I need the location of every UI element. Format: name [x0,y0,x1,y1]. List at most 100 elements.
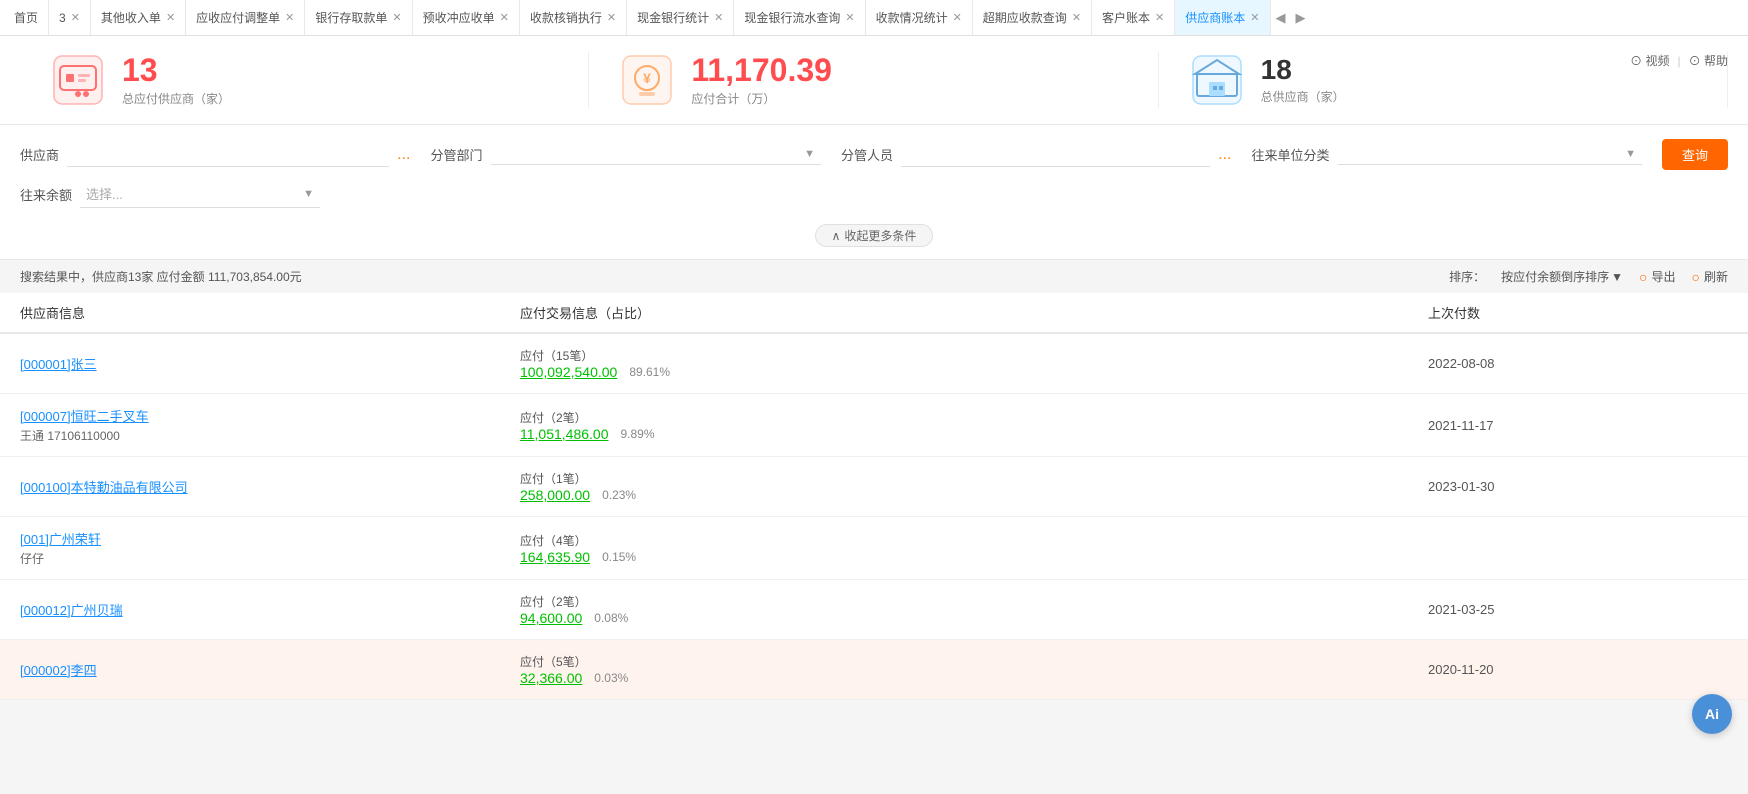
table-row: [000100]本特勤油品有限公司 应付（1笔） 258,000.00 0.23… [0,457,1748,517]
result-actions: 排序： 按应付余额倒序排序 ▼ ○ 导出 ○ 刷新 [1449,268,1728,285]
lastpay-cell-2: 2023-01-30 [1428,479,1728,494]
collapse-button[interactable]: ∧ 收起更多条件 [815,224,934,247]
export-button[interactable]: ○ 导出 [1639,268,1675,285]
nav-tab-supplier-ledger[interactable]: 供应商账本 ✕ [1175,0,1270,36]
sort-label: 排序： [1449,268,1485,285]
supplier-link-3[interactable]: [001]广州荣轩 [20,529,520,548]
collapse-label: 收起更多条件 [844,227,916,244]
supplier-link-4[interactable]: [000012]广州贝瑞 [20,600,520,619]
person-dots[interactable]: ... [1218,146,1231,164]
link-separator: | [1678,54,1681,68]
close-collection[interactable]: ✕ [607,11,616,24]
nav-tab-advance[interactable]: 预收冲应收单 ✕ [413,0,520,36]
col-header-lastpay: 上次付数 [1428,303,1728,322]
balance-select[interactable]: 选择... ▼ [80,180,320,208]
unit-label: 往来单位分类 [1252,145,1330,164]
department-select[interactable]: ▼ [491,144,821,165]
supplier-sub-1: 王通 17106110000 [20,427,520,444]
lastpay-cell-0: 2022-08-08 [1428,356,1728,371]
stat-number-1: 13 [122,53,230,88]
nav-tab-other-income[interactable]: 其他收入单 ✕ [91,0,186,36]
supplier-cell-2: [000100]本特勤油品有限公司 [20,477,520,496]
col-header-supplier: 供应商信息 [20,303,520,322]
tx-amount-1[interactable]: 11,051,486.00 [520,426,609,442]
supplier-dots[interactable]: ... [397,146,410,164]
nav-tab-3[interactable]: 3 ✕ [49,0,91,36]
nav-tab-bank-deposit[interactable]: 银行存取款单 ✕ [305,0,412,36]
refresh-button[interactable]: ○ 刷新 [1692,268,1728,285]
tx-amount-3[interactable]: 164,635.90 [520,549,590,565]
tx-label-0: 应付（15笔） [520,347,1428,364]
supplier-cell-3: [001]广州荣轩 仔仔 [20,529,520,567]
data-table: 供应商信息 应付交易信息（占比） 上次付数 [000001]张三 应付（15笔）… [0,293,1748,700]
last-pay-5: 2020-11-20 [1428,662,1494,677]
close-advance[interactable]: ✕ [500,11,509,24]
close-customer-ledger[interactable]: ✕ [1155,11,1164,24]
payable-icon: ¥ [619,52,675,108]
nav-tab-collection-stat[interactable]: 收款情况统计 ✕ [866,0,973,36]
svg-text:¥: ¥ [643,70,651,86]
supplier-link-5[interactable]: [000002]李四 [20,660,520,679]
stat-content-1: 13 总应付供应商（家） [122,53,230,107]
nav-tab-collection[interactable]: 收款核销执行 ✕ [520,0,627,36]
supplier-link-1[interactable]: [000007]恒旺二手叉车 [20,406,520,425]
tx-pct-5: 0.03% [594,671,628,685]
tx-label-2: 应付（1笔） [520,470,1428,487]
tx-label-4: 应付（2笔） [520,593,1428,610]
close-overdue[interactable]: ✕ [1072,11,1081,24]
video-link[interactable]: ⊙ 视频 [1630,52,1669,69]
stats-header: 13 总应付供应商（家） ¥ 11,170.39 应付合计（万） [0,36,1748,125]
balance-arrow: ▼ [303,188,314,200]
supplier-link-2[interactable]: [000100]本特勤油品有限公司 [20,477,520,496]
last-pay-4: 2021-03-25 [1428,602,1495,617]
nav-tab-cash-stat[interactable]: 现金银行统计 ✕ [627,0,734,36]
transaction-cell-2: 应付（1笔） 258,000.00 0.23% [520,470,1428,503]
nav-tab-adjustment[interactable]: 应收应付调整单 ✕ [186,0,305,36]
nav-arrow-left[interactable]: ◀ [1271,0,1291,36]
nav-tab-overdue[interactable]: 超期应收款查询 ✕ [973,0,1092,36]
supplier-cell-5: [000002]李四 [20,660,520,679]
stat-block-payable: ¥ 11,170.39 应付合计（万） [589,52,1158,108]
close-supplier-ledger[interactable]: ✕ [1250,11,1259,24]
supplier-cell-4: [000012]广州贝瑞 [20,600,520,619]
search-field-person: 分管人员 ... [841,143,1232,167]
supplier-cell-1: [000007]恒旺二手叉车 王通 17106110000 [20,406,520,444]
ai-button[interactable]: Ai [1692,694,1732,734]
stat-label-3: 总供应商（家） [1261,88,1345,105]
close-cash-flow[interactable]: ✕ [845,11,854,24]
top-nav: 首页 3 ✕ 其他收入单 ✕ 应收应付调整单 ✕ 银行存取款单 ✕ 预收冲应收单… [0,0,1748,36]
collapse-bar: ∧ 收起更多条件 [20,218,1728,251]
tx-label-3: 应付（4笔） [520,532,1428,549]
sort-select[interactable]: 按应付余额倒序排序 ▼ [1501,268,1623,285]
query-button[interactable]: 查询 [1662,139,1728,170]
stat-number-2: 11,170.39 [691,53,832,88]
close-collection-stat[interactable]: ✕ [953,11,962,24]
stat-content-3: 18 总供应商（家） [1261,55,1345,105]
supplier-link-0[interactable]: [000001]张三 [20,354,520,373]
search-field-department: 分管部门 ▼ [431,144,822,165]
table-header: 供应商信息 应付交易信息（占比） 上次付数 [0,293,1748,334]
tx-amount-0[interactable]: 100,092,540.00 [520,364,617,380]
tx-amount-2[interactable]: 258,000.00 [520,487,590,503]
unit-select[interactable]: ▼ [1338,144,1642,165]
tx-amount-5[interactable]: 32,366.00 [520,670,582,686]
tx-amount-4[interactable]: 94,600.00 [520,610,582,626]
nav-tab-home[interactable]: 首页 [4,0,49,36]
help-link[interactable]: ⊙ 帮助 [1689,52,1728,69]
search-field-supplier: 供应商 ... [20,143,411,167]
close-bank-deposit[interactable]: ✕ [392,11,401,24]
nav-tab-customer-ledger[interactable]: 客户账本 ✕ [1092,0,1175,36]
lastpay-cell-4: 2021-03-25 [1428,602,1728,617]
close-adjustment[interactable]: ✕ [285,11,294,24]
balance-label: 往来余额 [20,185,72,204]
nav-arrow-right[interactable]: ▶ [1291,0,1311,36]
last-pay-2: 2023-01-30 [1428,479,1495,494]
department-arrow: ▼ [804,148,815,160]
close-cash-stat[interactable]: ✕ [714,11,723,24]
close-tab-3[interactable]: ✕ [71,11,80,24]
unit-arrow: ▼ [1625,148,1636,160]
supplier-input[interactable] [67,143,389,167]
nav-tab-cash-flow[interactable]: 现金银行流水查询 ✕ [734,0,865,36]
close-other-income[interactable]: ✕ [166,11,175,24]
person-input[interactable] [901,143,1210,167]
